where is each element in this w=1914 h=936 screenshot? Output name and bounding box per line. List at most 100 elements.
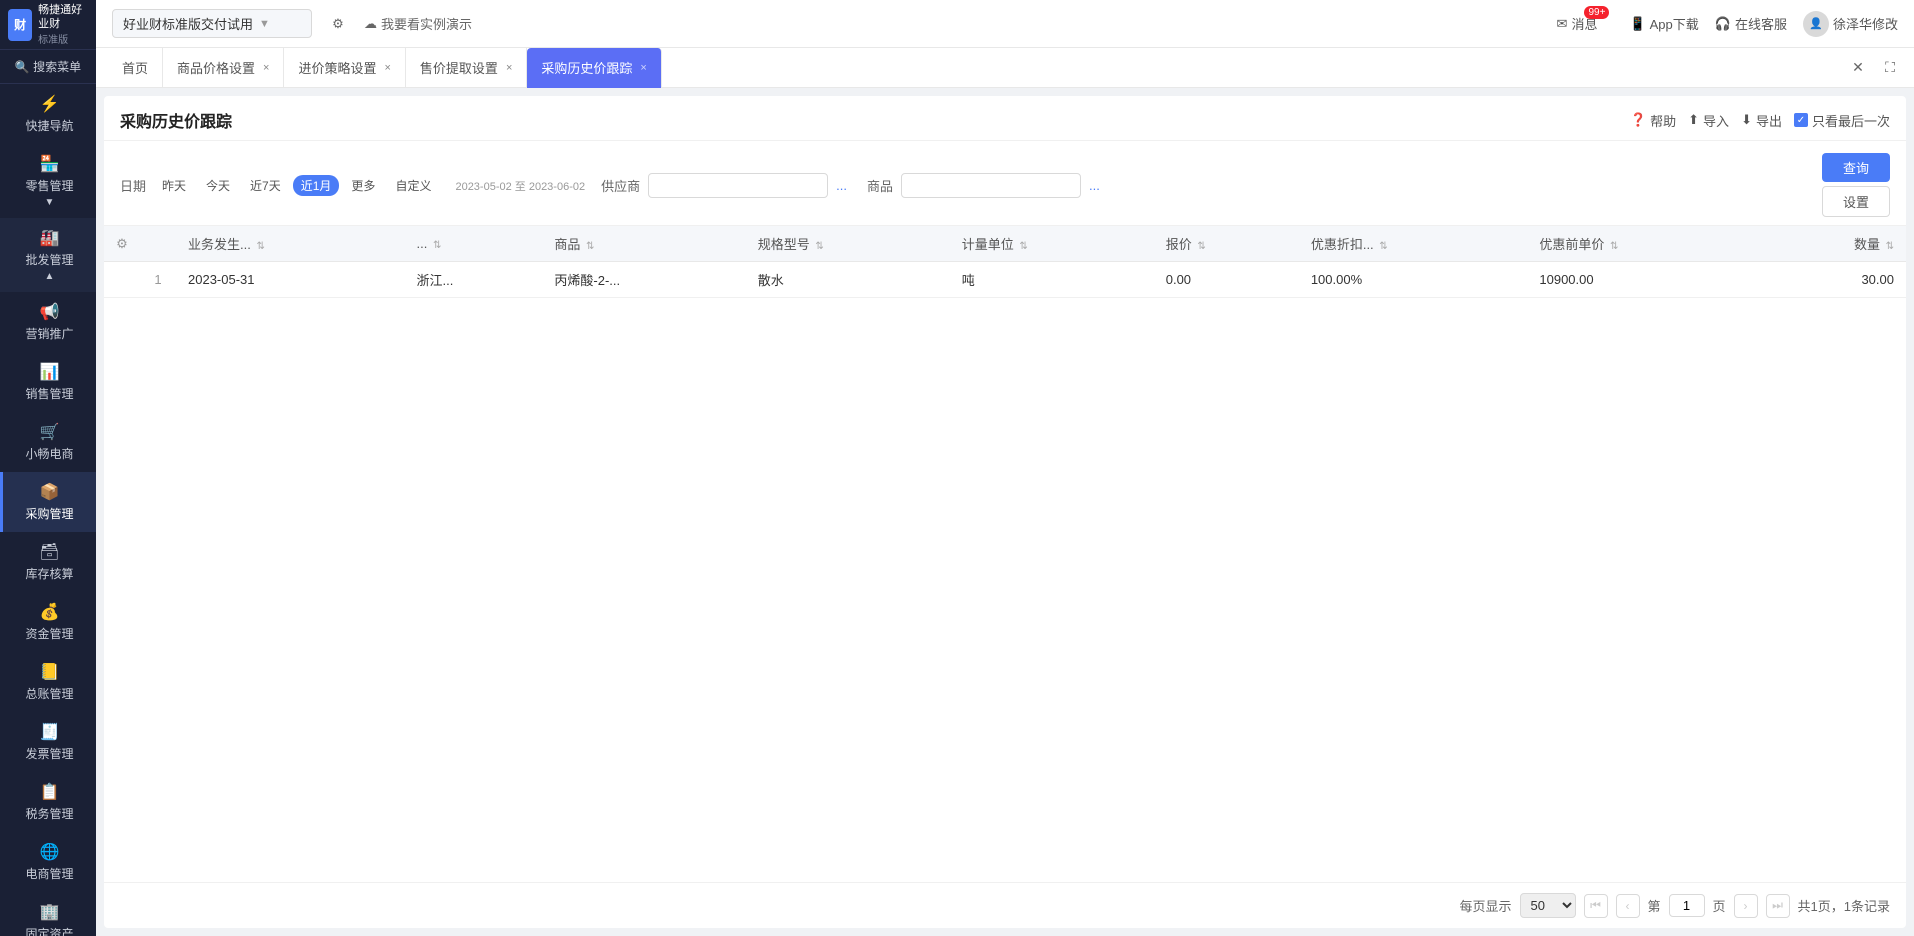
- pagination-first-btn[interactable]: ⏮: [1584, 894, 1608, 918]
- tab-sale-price[interactable]: 售价提取设置 ×: [406, 48, 527, 88]
- pagination-last-btn[interactable]: ⏭: [1766, 894, 1790, 918]
- sidebar-item-sales[interactable]: 📊 销售管理: [0, 352, 96, 412]
- help-btn[interactable]: ❓ 帮助: [1630, 111, 1676, 130]
- filter-settings-btn[interactable]: 设置: [1822, 186, 1890, 217]
- date-options: 昨天 今天 近7天 近1月 更多 自定义: [154, 175, 439, 196]
- sidebar-item-inventory[interactable]: 🗃 库存核算: [0, 532, 96, 592]
- finance-icon: 💰: [40, 602, 60, 622]
- sidebar-item-ecom-small[interactable]: 🛒 小畅电商: [0, 412, 96, 472]
- retail-icon: 🏪: [40, 154, 60, 174]
- col-header-discount[interactable]: 优惠折扣... ⇅: [1299, 226, 1528, 262]
- row-spec-cell: 散水: [746, 262, 950, 298]
- main-area: 好业财标准版交付试用 ▼ ⚙ ☁ 我要看实例演示 ✉ 消息 99+ 📱 App下…: [96, 0, 1914, 936]
- tab-purchase-strategy[interactable]: 进价策略设置 ×: [284, 48, 405, 88]
- sidebar-item-tax[interactable]: 📋 税务管理: [0, 772, 96, 832]
- col-header-unit[interactable]: 计量单位 ⇅: [950, 226, 1154, 262]
- supplier-ellipsis-btn[interactable]: ...: [832, 176, 851, 195]
- sidebar-retail-label: 零售管理: [25, 177, 73, 194]
- version-select[interactable]: 好业财标准版交付试用 ▼: [112, 9, 312, 38]
- tab-minimize-btn[interactable]: ✕: [1846, 56, 1870, 80]
- user-profile-btn[interactable]: 👤 徐泽华修改: [1803, 11, 1898, 37]
- tab-price-settings-label: 商品价格设置: [177, 58, 255, 77]
- date-option-custom[interactable]: 自定义: [387, 175, 439, 196]
- tab-price-settings[interactable]: 商品价格设置 ×: [163, 48, 284, 88]
- per-page-select[interactable]: 50 100 200: [1520, 893, 1576, 918]
- query-btn[interactable]: 查询: [1822, 153, 1890, 182]
- checkbox-checked-icon: ✓: [1794, 113, 1808, 127]
- help-icon: ❓: [1630, 112, 1646, 128]
- sidebar-item-finance[interactable]: 💰 资金管理: [0, 592, 96, 652]
- tab-purchase-history-close[interactable]: ×: [640, 62, 646, 74]
- pagination-prev-btn[interactable]: ‹: [1616, 894, 1640, 918]
- col-header-more[interactable]: ... ⇅: [405, 226, 543, 262]
- date-option-today[interactable]: 今天: [198, 175, 238, 196]
- sidebar-item-retail[interactable]: 🏪 零售管理 ▼: [0, 144, 96, 218]
- sidebar-item-ledger[interactable]: 📒 总账管理: [0, 652, 96, 712]
- tab-maximize-btn[interactable]: ⛶: [1878, 56, 1902, 80]
- sidebar-quick-nav[interactable]: ⚡ 快捷导航: [0, 84, 96, 144]
- version-chevron-icon: ▼: [259, 18, 270, 30]
- col-more-label: ...: [417, 236, 428, 251]
- date-option-more[interactable]: 更多: [343, 175, 383, 196]
- sidebar-inventory-label: 库存核算: [25, 565, 73, 582]
- user-name: 徐泽华修改: [1833, 14, 1898, 33]
- sidebar-marketing-label: 营销推广: [25, 325, 73, 342]
- logo-icon: 财: [8, 9, 32, 41]
- goods-input[interactable]: [901, 173, 1081, 198]
- sidebar-item-assets[interactable]: 🏢 固定资产: [0, 892, 96, 936]
- row-gear-cell[interactable]: [104, 262, 140, 298]
- tab-purchase-history[interactable]: 采购历史价跟踪 ×: [527, 48, 661, 88]
- row-quantity-cell: 30.00: [1761, 262, 1906, 298]
- date-option-yesterday[interactable]: 昨天: [154, 175, 194, 196]
- date-option-last7[interactable]: 近7天: [242, 175, 289, 196]
- supplier-input[interactable]: [648, 173, 828, 198]
- col-unit-label: 计量单位: [962, 237, 1014, 252]
- sidebar-ecom-small-label: 小畅电商: [25, 445, 73, 462]
- pagination: 每页显示 50 100 200 ⏮ ‹ 第 页 › ⏭ 共1页，1条记录: [104, 882, 1906, 928]
- app-download-label: App下载: [1650, 14, 1699, 33]
- sidebar-item-purchase[interactable]: 📦 采购管理: [0, 472, 96, 532]
- topbar-right: ✉ 消息 99+ 📱 App下载 🎧 在线客服 👤 徐泽华修改: [1557, 11, 1898, 37]
- table-container: ⚙ 业务发生... ⇅ ... ⇅ 商品 ⇅: [104, 226, 1906, 882]
- tab-purchase-history-label: 采购历史价跟踪: [541, 58, 632, 77]
- only-last-checkbox[interactable]: ✓ 只看最后一次: [1794, 111, 1890, 130]
- col-header-quote[interactable]: 报价 ⇅: [1154, 226, 1299, 262]
- marketing-icon: 📢: [40, 302, 60, 322]
- inventory-icon: 🗃: [39, 542, 59, 562]
- app-download-btn[interactable]: 📱 App下载: [1629, 14, 1698, 33]
- tab-sale-price-close[interactable]: ×: [506, 62, 512, 74]
- col-header-goods[interactable]: 商品 ⇅: [542, 226, 745, 262]
- tab-purchase-strategy-close[interactable]: ×: [384, 62, 390, 74]
- goods-ellipsis-btn[interactable]: ...: [1085, 176, 1104, 195]
- online-service-btn[interactable]: 🎧 在线客服: [1715, 14, 1787, 33]
- date-filter-label: 日期: [120, 176, 146, 195]
- search-icon: 🔍: [15, 60, 30, 74]
- page-number-input[interactable]: [1669, 894, 1705, 917]
- sidebar-tax-label: 税务管理: [25, 805, 73, 822]
- sidebar-item-marketing[interactable]: 📢 营销推广: [0, 292, 96, 352]
- sidebar: 财 畅捷通好业财 标准版 🔍 搜索菜单 ⚡ 快捷导航 🏪 零售管理 ▼ 🏭 批发…: [0, 0, 96, 936]
- export-btn[interactable]: ⬇ 导出: [1741, 111, 1782, 130]
- tab-price-settings-close[interactable]: ×: [263, 62, 269, 74]
- sidebar-item-wholesale[interactable]: 🏭 批发管理 ▲: [0, 218, 96, 292]
- demo-btn[interactable]: ☁ 我要看实例演示: [364, 14, 472, 33]
- date-option-last1m[interactable]: 近1月: [293, 175, 340, 196]
- col-header-quantity[interactable]: 数量 ⇅: [1761, 226, 1906, 262]
- col-header-spec[interactable]: 规格型号 ⇅: [746, 226, 950, 262]
- topbar-settings-btn[interactable]: ⚙: [324, 10, 352, 38]
- col-header-date[interactable]: 业务发生... ⇅: [176, 226, 405, 262]
- page-label: 第: [1648, 896, 1661, 915]
- sidebar-search[interactable]: 🔍 搜索菜单: [0, 50, 96, 84]
- app-download-icon: 📱: [1629, 16, 1645, 32]
- pagination-next-btn[interactable]: ›: [1734, 894, 1758, 918]
- import-btn[interactable]: ⬆ 导入: [1688, 111, 1729, 130]
- col-header-gear[interactable]: ⚙: [104, 226, 140, 262]
- quick-nav-icon: ⚡: [40, 94, 60, 114]
- assets-icon: 🏢: [40, 902, 60, 922]
- messages-btn[interactable]: ✉ 消息 99+: [1557, 14, 1598, 33]
- col-header-pre-discount-price[interactable]: 优惠前单价 ⇅: [1527, 226, 1760, 262]
- sidebar-item-ecom[interactable]: 🌐 电商管理: [0, 832, 96, 892]
- sidebar-item-invoice[interactable]: 🧾 发票管理: [0, 712, 96, 772]
- avatar-icon: 👤: [1809, 17, 1823, 30]
- tab-home[interactable]: 首页: [108, 48, 163, 88]
